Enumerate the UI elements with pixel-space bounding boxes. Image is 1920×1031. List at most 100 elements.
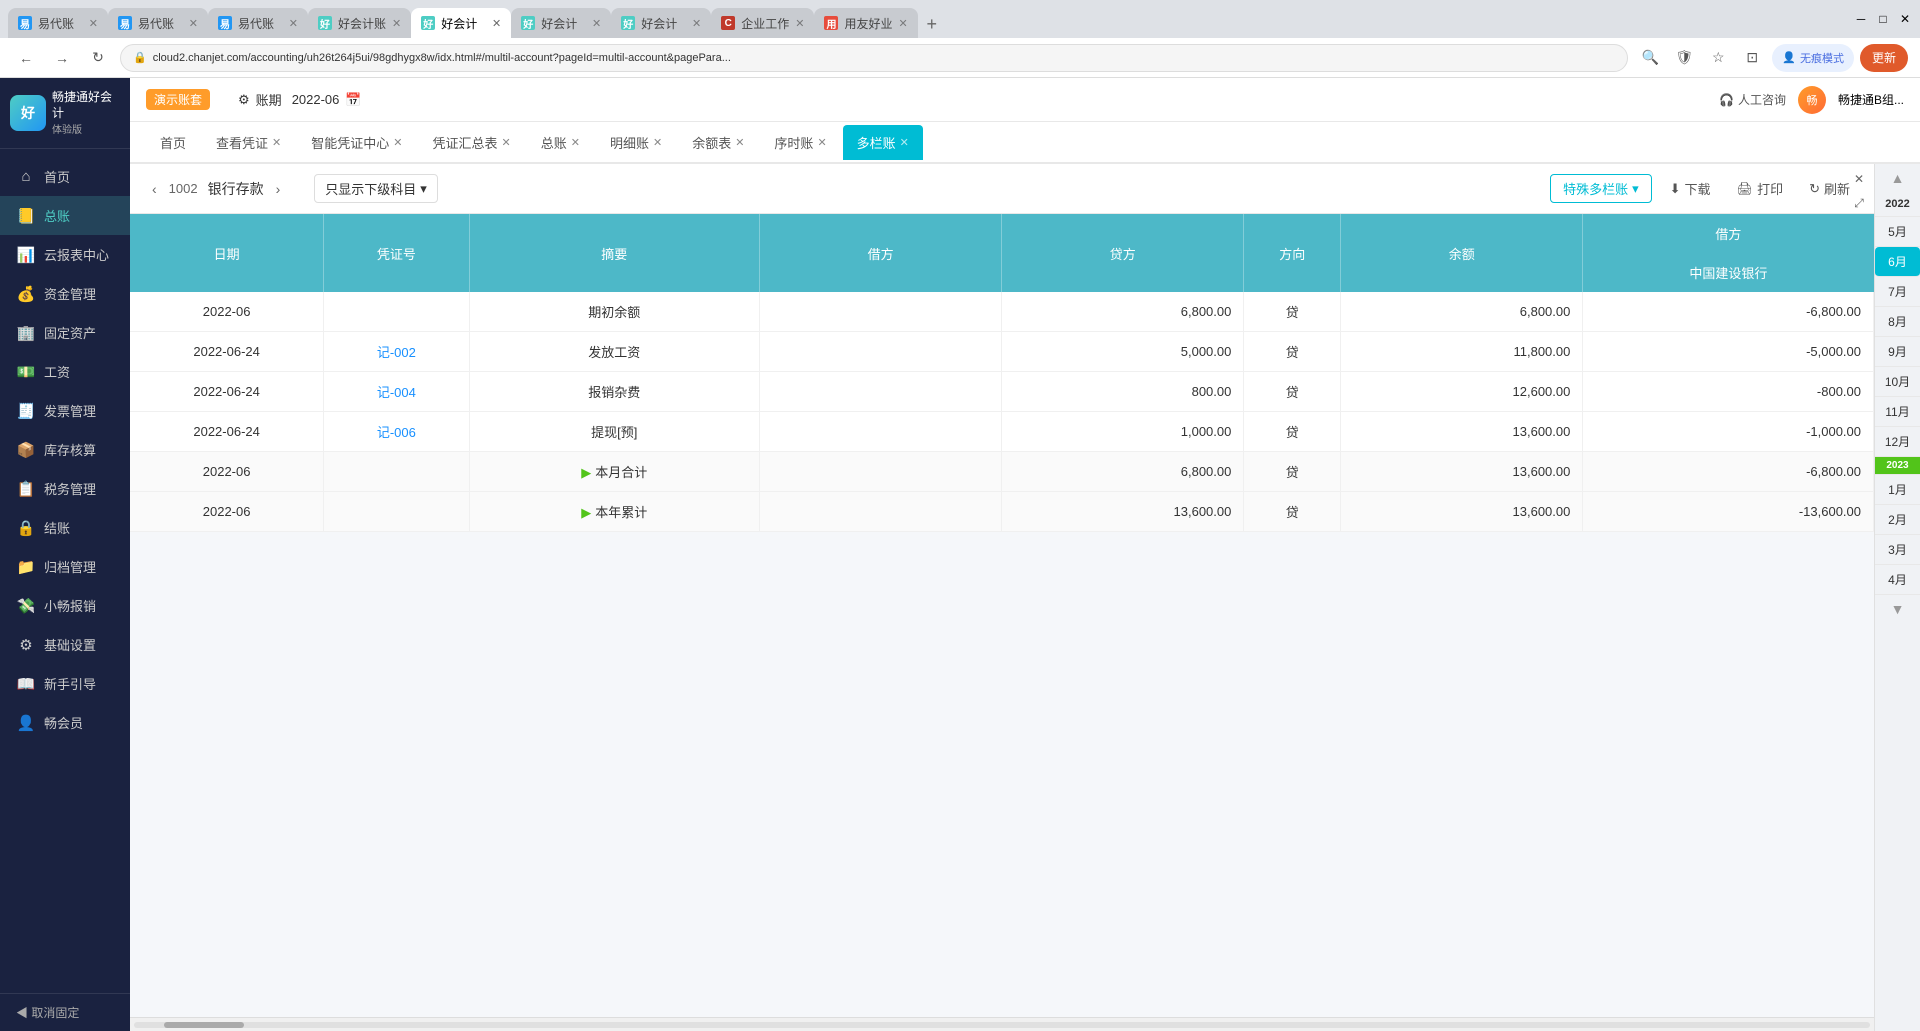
consult-button[interactable]: 🎧 人工咨询 bbox=[1719, 91, 1786, 108]
browser-tab-6[interactable]: 好 好会计 ✕ bbox=[511, 8, 611, 38]
tab-close-icon[interactable]: ✕ bbox=[89, 17, 98, 30]
sidebar-item-label-funds: 资金管理 bbox=[44, 284, 96, 303]
shield-icon[interactable]: 🛡 bbox=[1670, 44, 1698, 72]
calendar-month-7月[interactable]: 7月 bbox=[1875, 277, 1920, 307]
page-tab-close-summary[interactable]: ✕ bbox=[502, 136, 511, 149]
cell-summary: ▶本月合计 bbox=[469, 452, 760, 492]
sidebar-item-funds[interactable]: 💰 资金管理 bbox=[0, 274, 130, 313]
sidebar-item-reports[interactable]: 📊 云报表中心 bbox=[0, 235, 130, 274]
sidebar-item-tax[interactable]: 📋 税务管理 bbox=[0, 469, 130, 508]
sidebar-item-close[interactable]: 🔒 结账 bbox=[0, 508, 130, 547]
forward-button[interactable]: → bbox=[48, 44, 76, 72]
sidebar-item-guide[interactable]: 📖 新手引导 bbox=[0, 664, 130, 703]
bottom-scrollbar[interactable] bbox=[130, 1017, 1874, 1031]
browser-tab-3[interactable]: 易 易代账 ✕ bbox=[208, 8, 308, 38]
calendar-month-8月[interactable]: 8月 bbox=[1875, 307, 1920, 337]
calendar-month-3月[interactable]: 3月 bbox=[1875, 535, 1920, 565]
browser-tab-7[interactable]: 好 好会计 ✕ bbox=[611, 8, 711, 38]
sidebar-item-expense[interactable]: 💸 小畅报销 bbox=[0, 586, 130, 625]
tab-close-icon[interactable]: ✕ bbox=[898, 17, 907, 30]
page-tab-close-voucher[interactable]: ✕ bbox=[272, 136, 281, 149]
account-next-button[interactable]: › bbox=[270, 179, 287, 199]
search-icon[interactable]: 🔍 bbox=[1636, 44, 1664, 72]
scroll-thumb[interactable] bbox=[164, 1022, 244, 1028]
browser-tab-9[interactable]: 用 用友好业 ✕ bbox=[814, 8, 917, 38]
sidebar-item-assets[interactable]: 🏢 固定资产 bbox=[0, 313, 130, 352]
browser-tab-2[interactable]: 易 易代账 ✕ bbox=[108, 8, 208, 38]
sidebar-item-member[interactable]: 👤 畅会员 bbox=[0, 703, 130, 742]
page-tab-home[interactable]: 首页 bbox=[146, 125, 200, 160]
tab-close-icon[interactable]: ✕ bbox=[795, 17, 804, 30]
tab-close-icon[interactable]: ✕ bbox=[189, 17, 198, 30]
calendar-month-12月[interactable]: 12月 bbox=[1875, 427, 1920, 457]
cell-voucher[interactable]: 记-002 bbox=[324, 332, 469, 372]
no-trace-button[interactable]: 👤 无痕模式 bbox=[1772, 44, 1854, 72]
calendar-scroll-down[interactable]: ▼ bbox=[1887, 595, 1909, 623]
tab-close-icon[interactable]: ✕ bbox=[592, 17, 601, 30]
calendar-month-11月[interactable]: 11月 bbox=[1875, 397, 1920, 427]
settings-icon[interactable]: ⚙ bbox=[238, 92, 250, 108]
page-tab-close-sequence[interactable]: ✕ bbox=[817, 136, 826, 149]
browser-tab-4[interactable]: 好 好会计账 ✕ bbox=[308, 8, 411, 38]
print-button[interactable]: 🖨 打印 bbox=[1729, 175, 1792, 202]
page-tab-sequence[interactable]: 序时账 ✕ bbox=[760, 125, 840, 160]
cell-voucher[interactable]: 记-004 bbox=[324, 372, 469, 412]
page-tab-general[interactable]: 总账 ✕ bbox=[527, 125, 594, 160]
sidebar-item-inventory[interactable]: 📦 库存核算 bbox=[0, 430, 130, 469]
page-tab-close-general[interactable]: ✕ bbox=[571, 136, 580, 149]
sidebar-item-ledger[interactable]: 📒 总账 bbox=[0, 196, 130, 235]
sidebar-item-label-member: 畅会员 bbox=[44, 713, 83, 732]
sidebar-icon[interactable]: ⊡ bbox=[1738, 44, 1766, 72]
sidebar-item-settings[interactable]: ⚙ 基础设置 bbox=[0, 625, 130, 664]
calendar-month-6月[interactable]: 6月 bbox=[1875, 247, 1920, 277]
page-tab-close-multi[interactable]: ✕ bbox=[900, 136, 909, 149]
page-tab-close-detail[interactable]: ✕ bbox=[653, 136, 662, 149]
table-row: 2022-06 期初余额 6,800.00 贷 6,800.00 -6,800.… bbox=[130, 292, 1874, 332]
tab-close-icon[interactable]: ✕ bbox=[289, 17, 298, 30]
page-tab-detail[interactable]: 明细账 ✕ bbox=[596, 125, 676, 160]
back-button[interactable]: ← bbox=[12, 44, 40, 72]
browser-tab-1[interactable]: 易 易代账 ✕ bbox=[8, 8, 108, 38]
cell-voucher[interactable]: 记-006 bbox=[324, 412, 469, 452]
page-tab-close-balance[interactable]: ✕ bbox=[735, 136, 744, 149]
calendar-month-10月[interactable]: 10月 bbox=[1875, 367, 1920, 397]
tab-close-icon[interactable]: ✕ bbox=[692, 17, 701, 30]
page-tab-balance[interactable]: 余额表 ✕ bbox=[678, 125, 758, 160]
close-window-button[interactable]: ✕ bbox=[1898, 12, 1912, 26]
sidebar-item-invoice[interactable]: 🧾 发票管理 bbox=[0, 391, 130, 430]
page-tab-smart[interactable]: 智能凭证中心 ✕ bbox=[297, 125, 416, 160]
close-panel-button[interactable]: ✕ bbox=[1848, 168, 1870, 190]
new-tab-button[interactable]: + bbox=[918, 10, 946, 38]
unpin-button[interactable]: ◀ 取消固定 bbox=[16, 1004, 114, 1021]
calendar-icon[interactable]: 📅 bbox=[345, 92, 361, 108]
download-button[interactable]: ⬇ 下载 bbox=[1662, 175, 1719, 202]
calendar-month-4月[interactable]: 4月 bbox=[1875, 565, 1920, 595]
minimize-button[interactable]: ─ bbox=[1854, 12, 1868, 26]
browser-tab-8[interactable]: C 企业工作 ✕ bbox=[711, 8, 814, 38]
calendar-month-1月[interactable]: 1月 bbox=[1875, 475, 1920, 505]
browser-tab-5[interactable]: 好 好会计 ✕ bbox=[411, 8, 511, 38]
calendar-month-9月[interactable]: 9月 bbox=[1875, 337, 1920, 367]
calendar-scroll-up[interactable]: ▲ bbox=[1887, 164, 1909, 192]
sidebar-item-payroll[interactable]: 💵 工资 bbox=[0, 352, 130, 391]
refresh-button[interactable]: ↻ bbox=[84, 44, 112, 72]
tab-close-icon[interactable]: ✕ bbox=[492, 17, 501, 30]
calendar-month-5月[interactable]: 5月 bbox=[1875, 217, 1920, 247]
page-tab-close-smart[interactable]: ✕ bbox=[393, 136, 402, 149]
tab-close-icon[interactable]: ✕ bbox=[392, 17, 401, 30]
filter-select[interactable]: 只显示下级科目 ▾ bbox=[314, 174, 438, 203]
page-tab-multi[interactable]: 多栏账 ✕ bbox=[843, 125, 923, 160]
update-button[interactable]: 更新 bbox=[1860, 44, 1908, 72]
star-icon[interactable]: ☆ bbox=[1704, 44, 1732, 72]
calendar-month-2月[interactable]: 2月 bbox=[1875, 505, 1920, 535]
maximize-button[interactable]: □ bbox=[1876, 12, 1890, 26]
account-prev-button[interactable]: ‹ bbox=[146, 179, 163, 199]
multi-col-button[interactable]: 特殊多栏账 ▾ bbox=[1550, 174, 1652, 203]
sidebar-item-home[interactable]: ⌂ 首页 bbox=[0, 157, 130, 196]
expand-panel-button[interactable]: ⤢ bbox=[1848, 192, 1870, 214]
cell-direction: 贷 bbox=[1244, 292, 1341, 332]
page-tab-voucher[interactable]: 查看凭证 ✕ bbox=[202, 125, 295, 160]
page-tab-summary[interactable]: 凭证汇总表 ✕ bbox=[418, 125, 524, 160]
url-bar[interactable]: 🔒 cloud2.chanjet.com/accounting/uh26t264… bbox=[120, 44, 1628, 72]
sidebar-item-archive[interactable]: 📁 归档管理 bbox=[0, 547, 130, 586]
